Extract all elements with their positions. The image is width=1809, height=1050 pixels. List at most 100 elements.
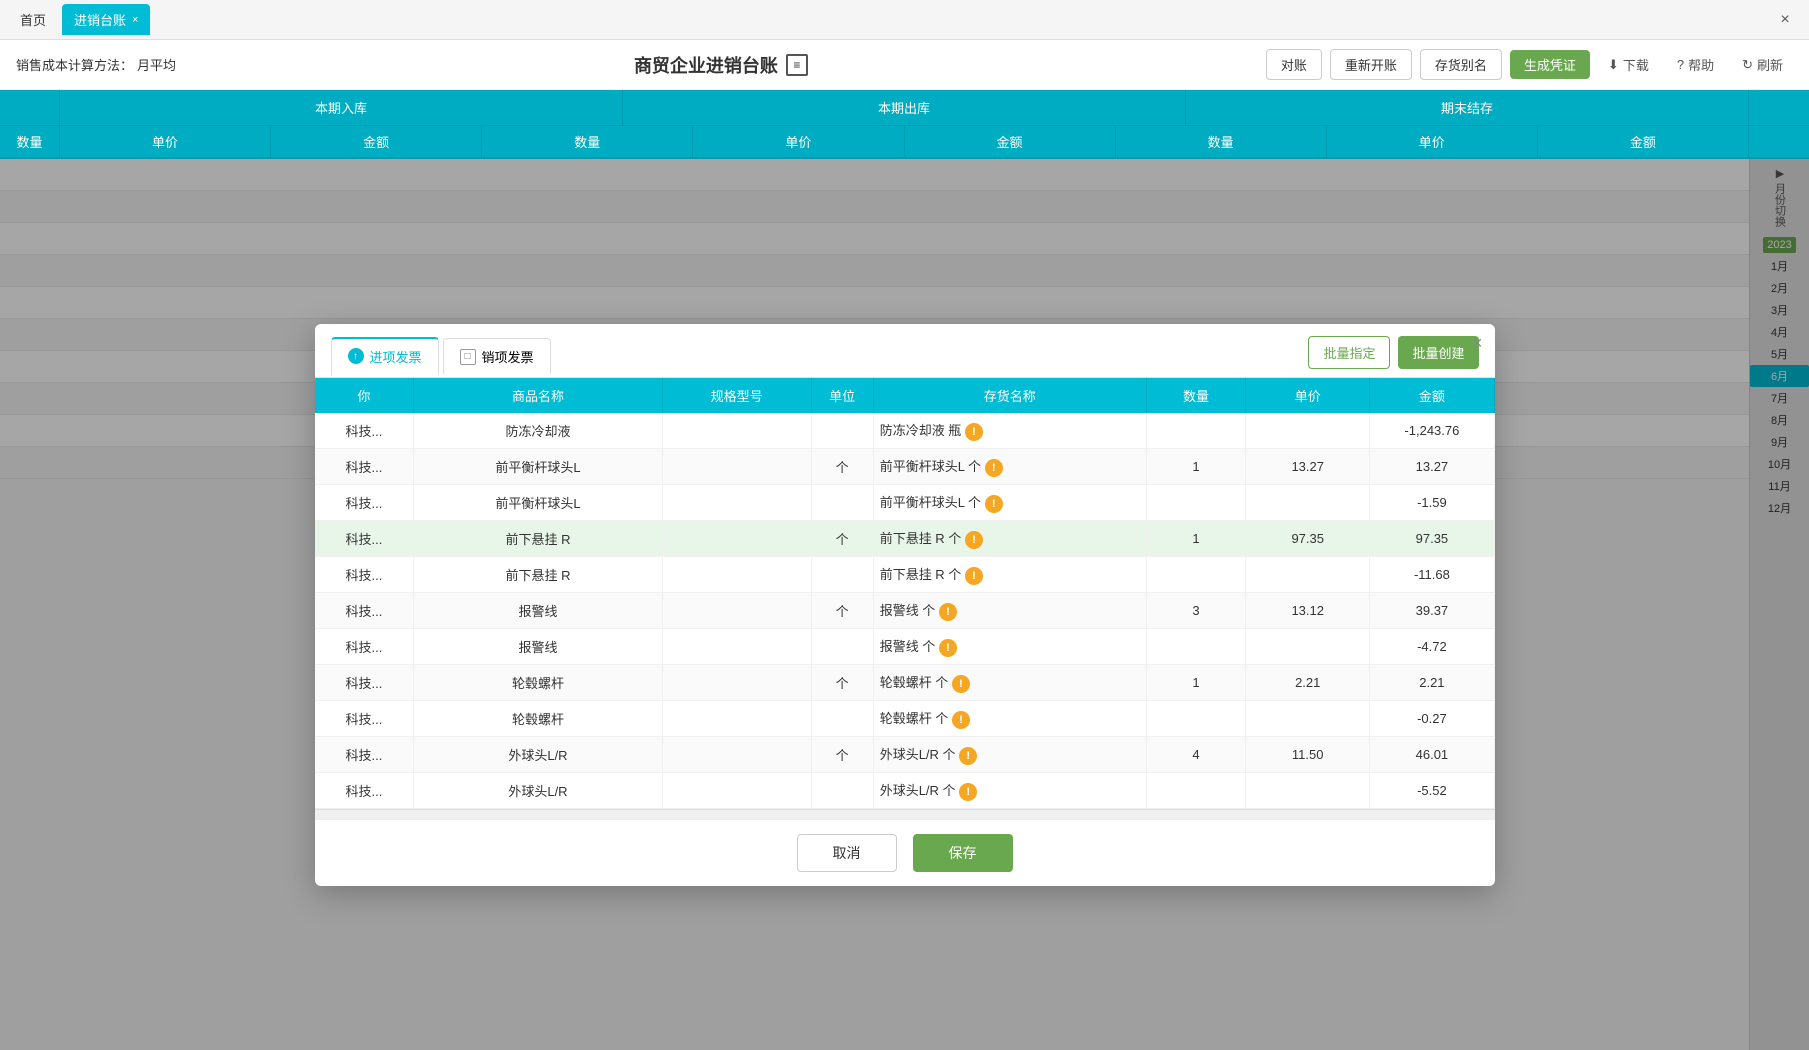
sub-unit-price-2: 单价 bbox=[693, 126, 904, 157]
home-tab[interactable]: 首页 bbox=[8, 4, 58, 35]
cell-product-name: 报警线 bbox=[414, 592, 662, 628]
inventory-text: 前平衡杆球头L 个 bbox=[880, 495, 981, 510]
cell-amount: -11.68 bbox=[1370, 556, 1494, 592]
table-icon: ≡ bbox=[786, 54, 808, 76]
cell-spec bbox=[662, 484, 811, 520]
cell-product-name: 前平衡杆球头L bbox=[414, 448, 662, 484]
warning-icon: ! bbox=[952, 711, 970, 729]
help-button[interactable]: ? 帮助 bbox=[1667, 50, 1724, 79]
tab-invoice-out-label: 销项发票 bbox=[482, 347, 534, 366]
sub-unit-price-1: 单价 bbox=[60, 126, 271, 157]
cell-inventory: 前平衡杆球头L 个 ! bbox=[873, 448, 1146, 484]
header-bar: 销售成本计算方法： 月平均 商贸企业进销台账 ≡ 对账 重新开账 存货别名 生成… bbox=[0, 40, 1809, 90]
cell-quantity bbox=[1146, 484, 1245, 520]
sub-qty-2: 数量 bbox=[482, 126, 693, 157]
cell-quantity: 1 bbox=[1146, 664, 1245, 700]
group-empty bbox=[0, 90, 60, 125]
table-row: 科技...报警线个报警线 个 !313.1239.37 bbox=[315, 592, 1495, 628]
sub-unit-price-3: 单价 bbox=[1327, 126, 1538, 157]
cell-amount: 2.21 bbox=[1370, 664, 1494, 700]
cell-unit-price bbox=[1246, 700, 1370, 736]
cell-spec bbox=[662, 448, 811, 484]
dialog-close-button[interactable]: × bbox=[1472, 334, 1483, 352]
cell-id: 科技... bbox=[315, 664, 414, 700]
table-row: 科技...外球头L/R外球头L/R 个 !-5.52 bbox=[315, 772, 1495, 808]
table-row: 科技...前下悬挂 R个前下悬挂 R 个 !197.3597.35 bbox=[315, 520, 1495, 556]
warning-icon: ! bbox=[965, 567, 983, 585]
cell-quantity: 1 bbox=[1146, 448, 1245, 484]
cell-quantity bbox=[1146, 413, 1245, 449]
cell-unit bbox=[811, 628, 873, 664]
cell-spec bbox=[662, 772, 811, 808]
cell-id: 科技... bbox=[315, 448, 414, 484]
download-icon: ⬇ bbox=[1608, 57, 1619, 73]
refresh-button[interactable]: ↻ 刷新 bbox=[1732, 50, 1793, 79]
reopen-button[interactable]: 重新开账 bbox=[1330, 49, 1412, 80]
cell-unit bbox=[811, 484, 873, 520]
cell-id: 科技... bbox=[315, 413, 414, 449]
bg-table-body: ▶ 月份切换 2023 1月 2月 3月 4月 5月 6月 7月 8月 9月 1… bbox=[0, 159, 1809, 1050]
invoice-in-icon: ↑ bbox=[348, 348, 364, 364]
col-unit: 单位 bbox=[811, 378, 873, 413]
cost-method-label: 销售成本计算方法： bbox=[16, 55, 133, 74]
save-button[interactable]: 保存 bbox=[913, 834, 1013, 872]
warning-icon: ! bbox=[965, 531, 983, 549]
cell-unit bbox=[811, 700, 873, 736]
cell-quantity bbox=[1146, 556, 1245, 592]
main-content: 销售成本计算方法： 月平均 商贸企业进销台账 ≡ 对账 重新开账 存货别名 生成… bbox=[0, 40, 1809, 1050]
group-outbound: 本期出库 bbox=[623, 90, 1186, 125]
dialog-table[interactable]: 你 商品名称 规格型号 单位 存货名称 数量 单价 金额 科技...防 bbox=[315, 378, 1495, 809]
reconcile-button[interactable]: 对账 bbox=[1266, 49, 1322, 80]
tab-invoice-in[interactable]: ↑ 进项发票 bbox=[331, 337, 439, 376]
cell-amount: 13.27 bbox=[1370, 448, 1494, 484]
cell-unit-price: 13.27 bbox=[1246, 448, 1370, 484]
inventory-text: 前下悬挂 R 个 bbox=[880, 531, 962, 546]
overlay: ↑ 进项发票 □ 销项发票 批量指定 批量创建 × bbox=[0, 159, 1809, 1050]
cell-product-name: 外球头L/R bbox=[414, 736, 662, 772]
table-row: 科技...前平衡杆球头L个前平衡杆球头L 个 !113.2713.27 bbox=[315, 448, 1495, 484]
cell-spec bbox=[662, 592, 811, 628]
cell-inventory: 前下悬挂 R 个 ! bbox=[873, 520, 1146, 556]
sub-amount-1: 金额 bbox=[271, 126, 482, 157]
cell-id: 科技... bbox=[315, 700, 414, 736]
cell-id: 科技... bbox=[315, 556, 414, 592]
scrollbar-hint[interactable] bbox=[315, 809, 1495, 819]
cell-inventory: 前下悬挂 R 个 ! bbox=[873, 556, 1146, 592]
warning-icon: ! bbox=[985, 495, 1003, 513]
cancel-button[interactable]: 取消 bbox=[797, 834, 897, 872]
inventory-rename-button[interactable]: 存货别名 bbox=[1420, 49, 1502, 80]
cell-quantity bbox=[1146, 628, 1245, 664]
inventory-text: 轮毂螺杆 个 bbox=[880, 675, 949, 690]
cell-unit-price: 2.21 bbox=[1246, 664, 1370, 700]
sub-qty-3: 数量 bbox=[1116, 126, 1327, 157]
table-row: 科技...报警线报警线 个 !-4.72 bbox=[315, 628, 1495, 664]
warning-icon: ! bbox=[952, 675, 970, 693]
cell-spec bbox=[662, 700, 811, 736]
cell-id: 科技... bbox=[315, 592, 414, 628]
col-product-name: 商品名称 bbox=[414, 378, 662, 413]
cell-unit: 个 bbox=[811, 520, 873, 556]
cell-spec bbox=[662, 556, 811, 592]
cell-unit: 个 bbox=[811, 448, 873, 484]
batch-create-button[interactable]: 批量创建 bbox=[1398, 336, 1478, 369]
cell-amount: -0.27 bbox=[1370, 700, 1494, 736]
cell-amount: -1.59 bbox=[1370, 484, 1494, 520]
inventory-text: 轮毂螺杆 个 bbox=[880, 711, 949, 726]
sub-amount-3: 金额 bbox=[1538, 126, 1749, 157]
group-inbound: 本期入库 bbox=[60, 90, 623, 125]
app-close-button[interactable]: × bbox=[1769, 4, 1801, 36]
download-button[interactable]: ⬇ 下载 bbox=[1598, 50, 1659, 79]
cell-id: 科技... bbox=[315, 520, 414, 556]
dialog: ↑ 进项发票 □ 销项发票 批量指定 批量创建 × bbox=[315, 324, 1495, 886]
generate-voucher-button[interactable]: 生成凭证 bbox=[1510, 50, 1590, 79]
cell-inventory: 前平衡杆球头L 个 ! bbox=[873, 484, 1146, 520]
cell-product-name: 前平衡杆球头L bbox=[414, 484, 662, 520]
cell-unit: 个 bbox=[811, 736, 873, 772]
tab-invoice-out[interactable]: □ 销项发票 bbox=[443, 338, 551, 374]
tab-close-icon[interactable]: × bbox=[132, 14, 138, 26]
sub-qty-label: 数量 bbox=[0, 126, 60, 157]
active-tab[interactable]: 进销台账 × bbox=[62, 4, 150, 35]
batch-assign-button[interactable]: 批量指定 bbox=[1308, 336, 1390, 369]
col-inventory: 存货名称 bbox=[873, 378, 1146, 413]
cell-unit-price bbox=[1246, 772, 1370, 808]
